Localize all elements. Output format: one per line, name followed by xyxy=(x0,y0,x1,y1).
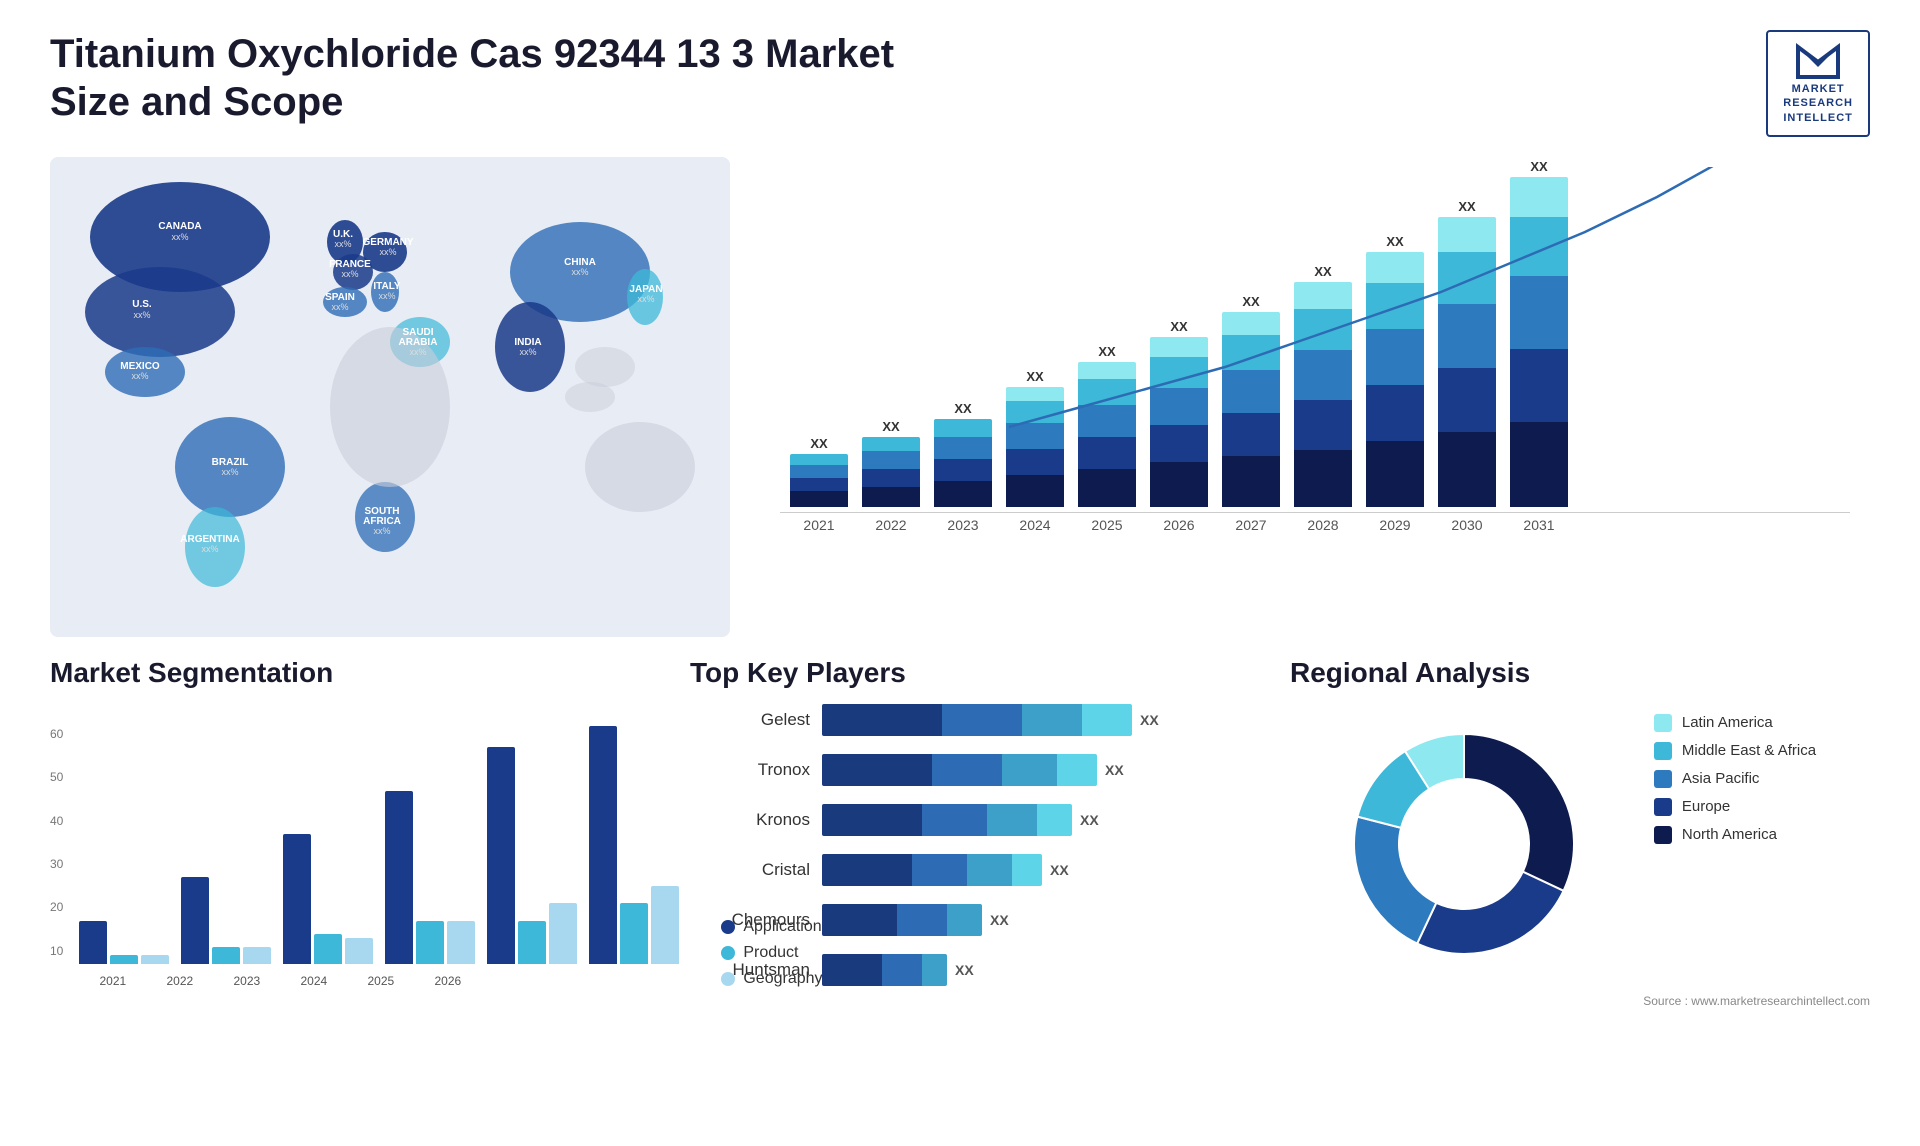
regional-legend-item: Middle East & Africa xyxy=(1654,742,1816,760)
player-name: Cristal xyxy=(690,860,810,880)
player-bar-container: XX xyxy=(822,904,1230,936)
svg-text:xx%: xx% xyxy=(131,371,148,381)
player-bar-container: XX xyxy=(822,754,1230,786)
player-row: Tronox XX xyxy=(690,754,1230,786)
players-title: Top Key Players xyxy=(690,657,1230,689)
player-xx-label: XX xyxy=(1105,762,1124,778)
svg-text:xx%: xx% xyxy=(378,291,395,301)
world-map: CANADA xx% U.S. xx% MEXICO xx% BRAZIL xx… xyxy=(50,157,730,637)
player-xx-label: XX xyxy=(1140,712,1159,728)
regional-legend-item: Asia Pacific xyxy=(1654,770,1816,788)
svg-text:U.S.: U.S. xyxy=(132,299,152,310)
player-row: Cristal XX xyxy=(690,854,1230,886)
logo: MARKETRESEARCHINTELLECT xyxy=(1766,30,1870,137)
regional-legend-label: Middle East & Africa xyxy=(1682,742,1816,759)
player-row: Gelest XX xyxy=(690,704,1230,736)
svg-text:xx%: xx% xyxy=(341,269,358,279)
bar-chart-section: XXXXXXXXXXXXXXXXXXXXXX202120222023202420… xyxy=(740,157,1870,637)
player-bar-container: XX xyxy=(822,704,1230,736)
player-bar xyxy=(822,904,982,936)
svg-text:xx%: xx% xyxy=(409,347,426,357)
player-bar xyxy=(822,954,947,986)
player-bar-container: XX xyxy=(822,854,1230,886)
donut-chart xyxy=(1324,704,1604,984)
player-row: Kronos XX xyxy=(690,804,1230,836)
logo-icon xyxy=(1793,42,1843,82)
svg-text:xx%: xx% xyxy=(637,294,654,304)
segmentation-title: Market Segmentation xyxy=(50,657,650,689)
regional-section: Regional Analysis Latin America Middle E… xyxy=(1270,657,1870,1008)
player-bar xyxy=(822,754,1097,786)
svg-text:xx%: xx% xyxy=(373,526,390,536)
player-bar xyxy=(822,704,1132,736)
regional-legend-label: Europe xyxy=(1682,798,1730,815)
regional-legend-label: Latin America xyxy=(1682,714,1773,731)
player-row: Chemours XX xyxy=(690,904,1230,936)
player-bar-container: XX xyxy=(822,804,1230,836)
player-xx-label: XX xyxy=(1080,812,1099,828)
page-title: Titanium Oxychloride Cas 92344 13 3 Mark… xyxy=(50,30,950,126)
svg-text:xx%: xx% xyxy=(571,267,588,277)
players-section: Top Key Players Gelest XX Tronox XX Kron… xyxy=(670,657,1250,1008)
svg-text:CANADA: CANADA xyxy=(158,221,201,232)
svg-text:xx%: xx% xyxy=(133,310,150,320)
svg-text:xx%: xx% xyxy=(221,467,238,477)
regional-legend-item: North America xyxy=(1654,826,1816,844)
regional-legend-label: North America xyxy=(1682,826,1777,843)
player-xx-label: XX xyxy=(955,962,974,978)
player-xx-label: XX xyxy=(990,912,1009,928)
svg-text:xx%: xx% xyxy=(379,247,396,257)
svg-text:xx%: xx% xyxy=(331,302,348,312)
svg-text:xx%: xx% xyxy=(201,544,218,554)
player-name: Chemours xyxy=(690,910,810,930)
player-xx-label: XX xyxy=(1050,862,1069,878)
source-text: Source : www.marketresearchintellect.com xyxy=(1643,994,1870,1008)
svg-text:xx%: xx% xyxy=(171,232,188,242)
player-bar xyxy=(822,854,1042,886)
player-name: Huntsman xyxy=(690,960,810,980)
regional-title: Regional Analysis xyxy=(1290,657,1530,689)
svg-text:xx%: xx% xyxy=(519,347,536,357)
player-name: Tronox xyxy=(690,760,810,780)
player-row: Huntsman XX xyxy=(690,954,1230,986)
player-bar xyxy=(822,804,1072,836)
svg-text:xx%: xx% xyxy=(334,239,351,249)
regional-legend-item: Europe xyxy=(1654,798,1816,816)
player-bar-container: XX xyxy=(822,954,1230,986)
regional-legend-item: Latin America xyxy=(1654,714,1816,732)
regional-legend-label: Asia Pacific xyxy=(1682,770,1760,787)
logo-text: MARKETRESEARCHINTELLECT xyxy=(1783,82,1853,125)
segmentation-section: Market Segmentation 605040302010 xyxy=(50,657,650,1008)
player-name: Kronos xyxy=(690,810,810,830)
player-name: Gelest xyxy=(690,710,810,730)
